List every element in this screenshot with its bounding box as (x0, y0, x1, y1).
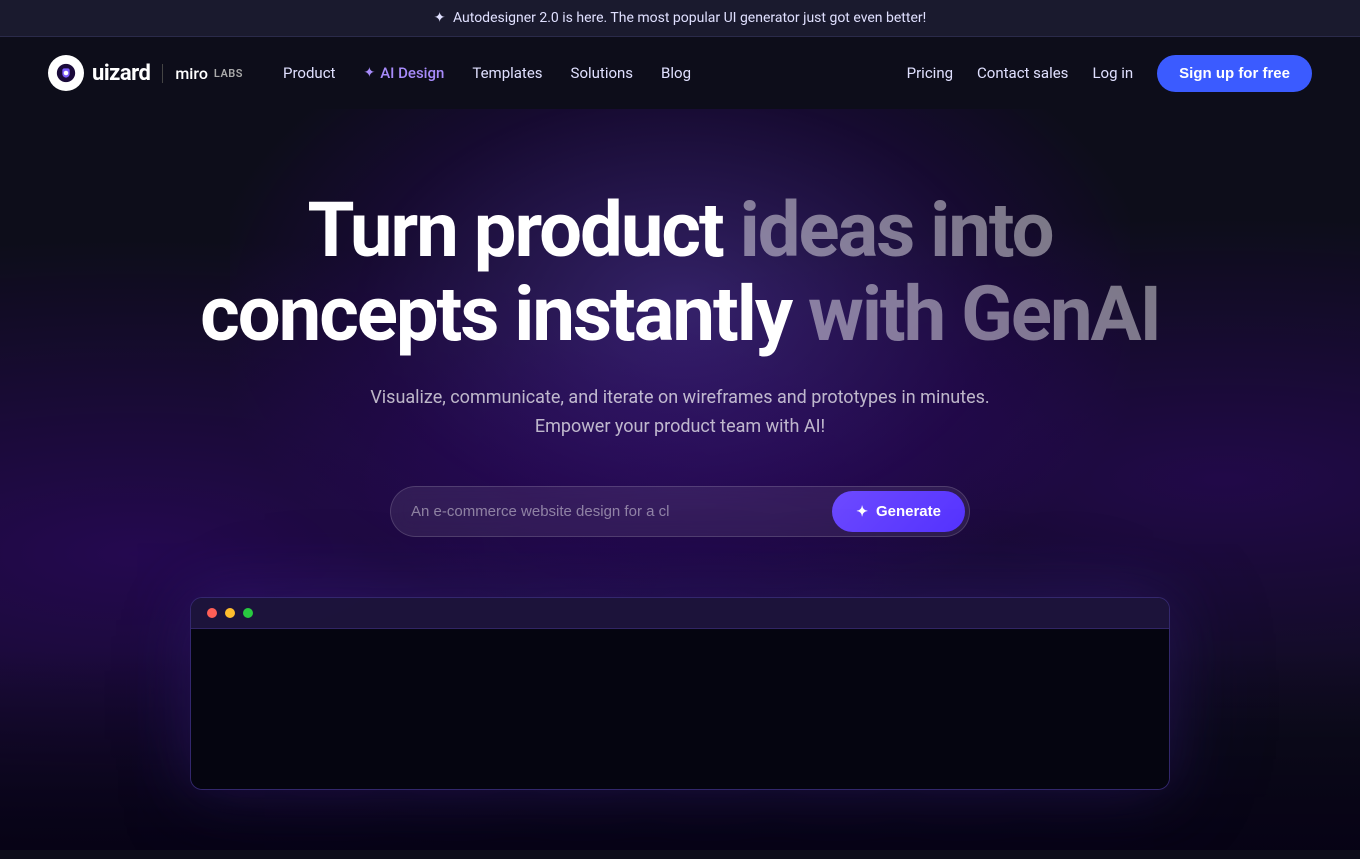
navbar: uizard miro LABS Product ✦ AI Design Tem… (0, 37, 1360, 109)
nav-right: Pricing Contact sales Log in Sign up for… (907, 55, 1312, 92)
signup-button[interactable]: Sign up for free (1157, 55, 1312, 92)
nav-contact-sales-link[interactable]: Contact sales (977, 64, 1068, 82)
uizard-logo[interactable]: uizard (48, 55, 150, 91)
generate-sparkle-icon: ✦ (856, 503, 868, 520)
browser-window (190, 597, 1170, 790)
nav-link-solutions[interactable]: Solutions (571, 64, 634, 82)
browser-maximize-dot (243, 608, 253, 618)
hero-title: Turn product ideas into concepts instant… (40, 189, 1320, 356)
nav-link-blog[interactable]: Blog (661, 64, 691, 82)
browser-close-dot (207, 608, 217, 618)
logo-group: uizard miro LABS (48, 55, 243, 91)
nav-link-product[interactable]: Product (283, 64, 335, 82)
announcement-sparkle-icon: ✦ (434, 10, 446, 26)
nav-link-templates[interactable]: Templates (472, 64, 542, 82)
hero-title-word1: Turn product (308, 185, 723, 275)
generate-button-label: Generate (876, 503, 941, 520)
announcement-bar: ✦ Autodesigner 2.0 is here. The most pop… (0, 0, 1360, 37)
nav-login-link[interactable]: Log in (1092, 64, 1133, 82)
hero-title-word3: concepts instantly (200, 269, 791, 359)
nav-left: uizard miro LABS Product ✦ AI Design Tem… (48, 55, 691, 91)
labs-badge: LABS (214, 67, 243, 80)
hero-title-word4: with GenAI (808, 269, 1160, 359)
browser-chrome-bar (191, 598, 1169, 629)
miro-text: miro (175, 64, 208, 83)
hero-title-word2: ideas into (740, 185, 1053, 275)
generate-bar: ✦ Generate (390, 486, 970, 537)
generate-button[interactable]: ✦ Generate (832, 491, 965, 532)
brand-name: uizard (92, 61, 150, 86)
logo-circle-icon (48, 55, 84, 91)
ai-sparkle-icon: ✦ (363, 65, 375, 81)
browser-minimize-dot (225, 608, 235, 618)
browser-content-area (191, 629, 1169, 789)
hero-section: Turn product ideas into concepts instant… (0, 109, 1360, 850)
nav-pricing-link[interactable]: Pricing (907, 64, 953, 82)
hero-subtitle: Visualize, communicate, and iterate on w… (360, 384, 1000, 442)
announcement-text: Autodesigner 2.0 is here. The most popul… (453, 10, 926, 26)
generate-input[interactable] (391, 489, 828, 534)
nav-link-ai-design[interactable]: ✦ AI Design (363, 64, 444, 82)
hero-content: Turn product ideas into concepts instant… (40, 189, 1320, 790)
miro-labs-group: miro LABS (162, 64, 243, 83)
nav-links: Product ✦ AI Design Templates Solutions … (283, 64, 691, 82)
preview-container (190, 597, 1170, 790)
